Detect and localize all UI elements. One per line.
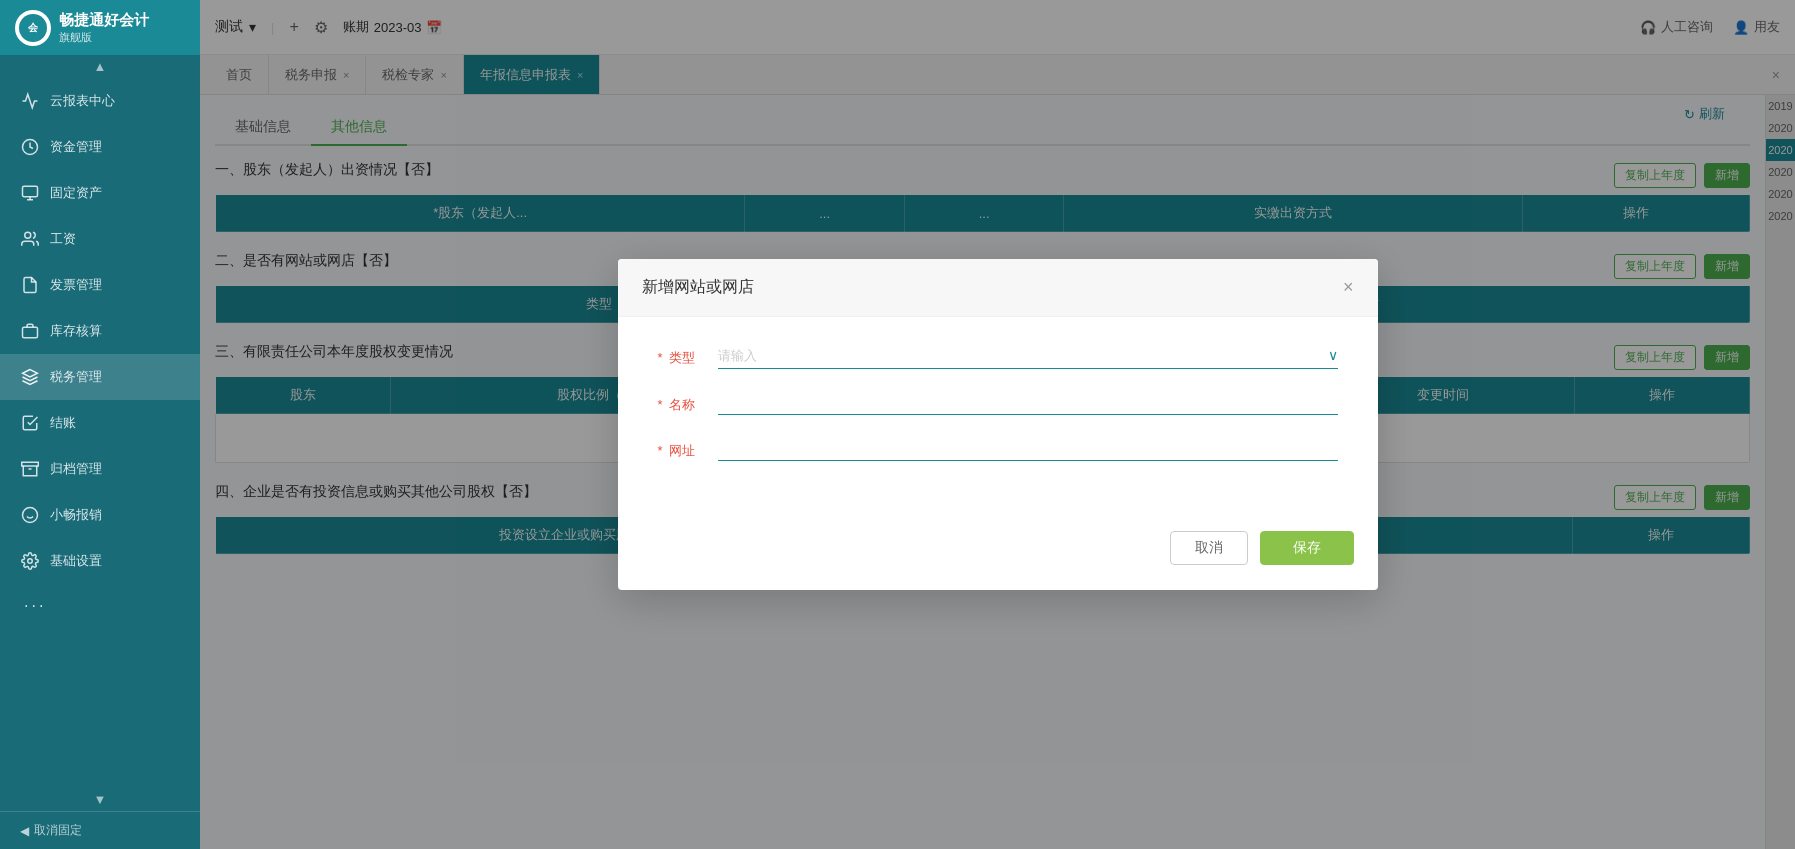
logo-inner: 会 bbox=[19, 14, 47, 42]
form-label-type: * 类型 bbox=[658, 349, 718, 367]
url-input[interactable] bbox=[718, 440, 1338, 455]
sidebar-header: 会 畅捷通好会计 旗舰版 bbox=[0, 0, 200, 55]
form-row-name: * 名称 bbox=[658, 394, 1338, 415]
label-text-url: 网址 bbox=[669, 443, 695, 458]
svg-point-4 bbox=[25, 232, 31, 238]
sidebar-item-fund[interactable]: 资金管理 bbox=[0, 124, 200, 170]
sidebar-item-xiaochang[interactable]: 小畅报销 bbox=[0, 492, 200, 538]
svg-point-8 bbox=[23, 508, 38, 523]
svg-rect-6 bbox=[22, 462, 39, 466]
pin-icon: ◀ bbox=[20, 824, 29, 838]
app-logo: 会 bbox=[15, 10, 51, 46]
sidebar-label-more: ··· bbox=[24, 597, 46, 615]
sidebar-nav: 云报表中心 资金管理 固定资产 工资 bbox=[0, 78, 200, 788]
modal-add-website: 新增网站或网店 × * 类型 ∨ * 名称 bbox=[618, 259, 1378, 590]
sidebar-item-payroll[interactable]: 工资 bbox=[0, 216, 200, 262]
archive-icon bbox=[20, 459, 40, 479]
cancel-fixed-label: 取消固定 bbox=[34, 822, 82, 839]
form-label-url: * 网址 bbox=[658, 442, 718, 460]
sidebar-item-cloud-report[interactable]: 云报表中心 bbox=[0, 78, 200, 124]
asset-icon bbox=[20, 183, 40, 203]
sidebar-item-checkout[interactable]: 结账 bbox=[0, 400, 200, 446]
sidebar-item-invoice[interactable]: 发票管理 bbox=[0, 262, 200, 308]
form-row-type: * 类型 ∨ bbox=[658, 347, 1338, 369]
sidebar-label-checkout: 结账 bbox=[50, 414, 76, 432]
sidebar-label-archive: 归档管理 bbox=[50, 460, 102, 478]
form-row-url: * 网址 bbox=[658, 440, 1338, 461]
cancel-fixed-button[interactable]: ◀ 取消固定 bbox=[0, 811, 200, 849]
label-text-name: 名称 bbox=[669, 397, 695, 412]
settings-icon bbox=[20, 551, 40, 571]
url-input-wrap bbox=[718, 440, 1338, 461]
modal-title: 新增网站或网店 bbox=[642, 277, 754, 298]
sidebar-label-inventory: 库存核算 bbox=[50, 322, 102, 340]
sidebar-item-inventory[interactable]: 库存核算 bbox=[0, 308, 200, 354]
cancel-button[interactable]: 取消 bbox=[1170, 531, 1248, 565]
sidebar-label-invoice: 发票管理 bbox=[50, 276, 102, 294]
name-input[interactable] bbox=[718, 394, 1338, 409]
expense-icon bbox=[20, 505, 40, 525]
sidebar-item-archive[interactable]: 归档管理 bbox=[0, 446, 200, 492]
sidebar-scroll-down[interactable]: ▼ bbox=[0, 788, 200, 811]
invoice-icon bbox=[20, 275, 40, 295]
tax-icon bbox=[20, 367, 40, 387]
sidebar-label-cloud-report: 云报表中心 bbox=[50, 92, 115, 110]
name-input-wrap bbox=[718, 394, 1338, 415]
checkout-icon bbox=[20, 413, 40, 433]
sidebar-label-settings: 基础设置 bbox=[50, 552, 102, 570]
modal-overlay: 新增网站或网店 × * 类型 ∨ * 名称 bbox=[200, 0, 1795, 849]
sidebar-label-xiaochang: 小畅报销 bbox=[50, 506, 102, 524]
sidebar-label-fund: 资金管理 bbox=[50, 138, 102, 156]
chart-icon bbox=[20, 91, 40, 111]
sidebar-item-fixed-asset[interactable]: 固定资产 bbox=[0, 170, 200, 216]
svg-rect-5 bbox=[23, 327, 38, 338]
sidebar-item-tax-mgmt[interactable]: 税务管理 bbox=[0, 354, 200, 400]
modal-close-button[interactable]: × bbox=[1343, 277, 1354, 298]
modal-body: * 类型 ∨ * 名称 * bbox=[618, 317, 1378, 516]
sidebar-label-tax-mgmt: 税务管理 bbox=[50, 368, 102, 386]
fund-icon bbox=[20, 137, 40, 157]
required-star-name: * bbox=[658, 397, 663, 412]
required-star-type: * bbox=[658, 350, 663, 365]
modal-footer: 取消 保存 bbox=[618, 516, 1378, 590]
form-label-name: * 名称 bbox=[658, 396, 718, 414]
sidebar-label-fixed-asset: 固定资产 bbox=[50, 184, 102, 202]
sidebar-item-more[interactable]: ··· bbox=[0, 584, 200, 628]
sidebar-item-settings[interactable]: 基础设置 bbox=[0, 538, 200, 584]
label-text-type: 类型 bbox=[669, 350, 695, 365]
sidebar-scroll-up[interactable]: ▲ bbox=[0, 55, 200, 78]
app-title: 畅捷通好会计 bbox=[59, 10, 149, 30]
app-subtitle: 旗舰版 bbox=[59, 30, 149, 45]
app-title-group: 畅捷通好会计 旗舰版 bbox=[59, 10, 149, 45]
sidebar: 会 畅捷通好会计 旗舰版 ▲ 云报表中心 资金管理 bbox=[0, 0, 200, 849]
save-button[interactable]: 保存 bbox=[1260, 531, 1354, 565]
required-star-url: * bbox=[658, 443, 663, 458]
sidebar-label-payroll: 工资 bbox=[50, 230, 76, 248]
type-dropdown-icon[interactable]: ∨ bbox=[1328, 347, 1338, 363]
payroll-icon bbox=[20, 229, 40, 249]
inventory-icon bbox=[20, 321, 40, 341]
svg-rect-1 bbox=[23, 186, 38, 197]
type-input-wrap: ∨ bbox=[718, 347, 1338, 369]
modal-header: 新增网站或网店 × bbox=[618, 259, 1378, 317]
type-input[interactable] bbox=[718, 348, 1328, 363]
svg-point-11 bbox=[28, 559, 33, 564]
logo-icon: 会 bbox=[28, 21, 38, 35]
